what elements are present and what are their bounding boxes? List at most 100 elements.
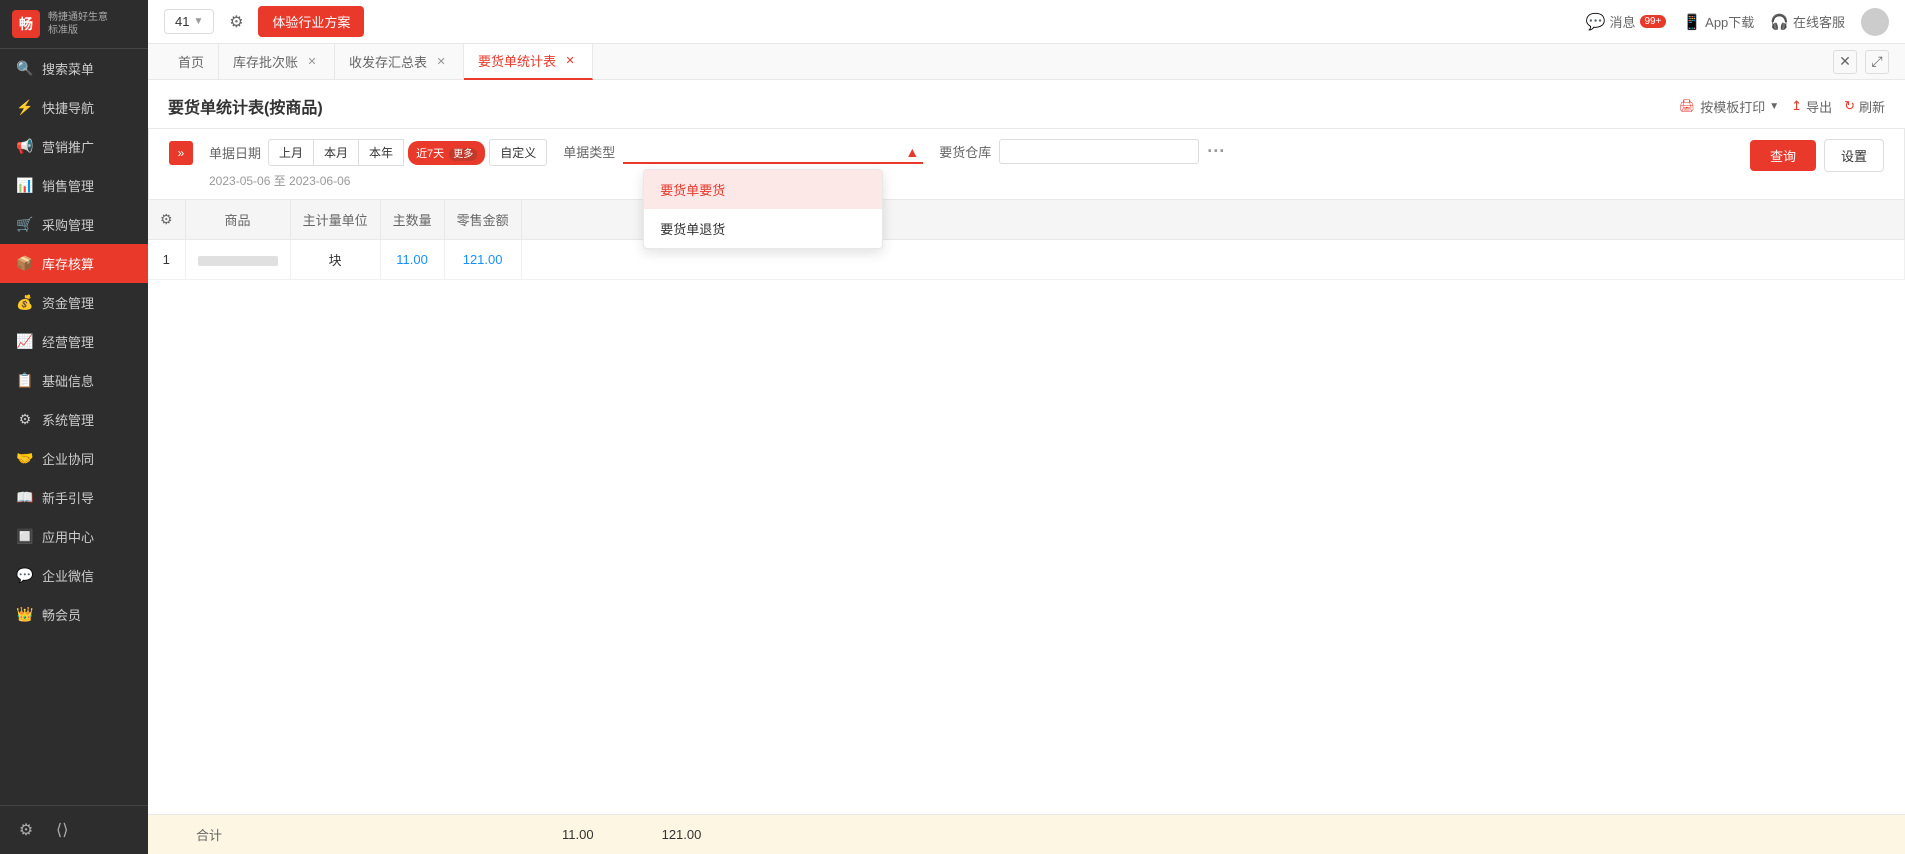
page-actions: 🖨 按模板打印 ▼ ↥ 导出 ↻ 刷新 [1679, 97, 1885, 116]
sidebar-item-system[interactable]: ⚙ 系统管理 [0, 400, 148, 439]
system-icon: ⚙ [16, 411, 34, 429]
type-dropdown-menu: 要货单要货 要货单退货 [643, 169, 883, 249]
sidebar-item-marketing[interactable]: 📢 营销推广 [0, 127, 148, 166]
vip-icon: 👑 [16, 606, 34, 624]
cell-index: 1 [148, 240, 185, 280]
app-download-btn[interactable]: 📱 App下载 [1682, 12, 1754, 31]
sidebar-search[interactable]: 🔍 搜索菜单 [0, 49, 148, 88]
tab-receive-summary[interactable]: 收发存汇总表 ✕ [335, 44, 464, 80]
type-input[interactable] [623, 139, 923, 164]
page-header: 要货单统计表(按商品) 🖨 按模板打印 ▼ ↥ 导出 ↻ 刷新 [148, 80, 1905, 128]
more-filter-btn[interactable]: ··· [1207, 141, 1225, 162]
table-row: 1 块 11.00 121.00 [148, 240, 1905, 280]
sidebar-item-finance[interactable]: 💰 资金管理 [0, 283, 148, 322]
sidebar-item-guide[interactable]: 📖 新手引导 [0, 478, 148, 517]
sidebar-collapse-btn[interactable]: ⟨⟩ [56, 820, 68, 840]
sidebar-item-app-center[interactable]: 🔲 应用中心 [0, 517, 148, 556]
tab-close-inventory-batch[interactable]: ✕ [304, 54, 320, 70]
data-table: ⚙ 商品 主计量单位 主数量 零售金额 1 [148, 200, 1905, 280]
amount-link[interactable]: 121.00 [463, 252, 503, 267]
sidebar-nav: 🔍 搜索菜单 ⚡ 快捷导航 📢 营销推广 📊 销售管理 🛒 采购管理 📦 库存核… [0, 49, 148, 805]
sidebar-item-quick-nav[interactable]: ⚡ 快捷导航 [0, 88, 148, 127]
date-buttons: 上月 本月 本年 近7天 更多 自定义 [269, 139, 547, 166]
sidebar-item-operations[interactable]: 📈 经营管理 [0, 322, 148, 361]
date-range-display: 2023-05-06 至 2023-06-06 [209, 172, 547, 189]
cell-amount: 121.00 [444, 240, 521, 280]
total-quantity: 11.00 [562, 827, 594, 842]
tab-close-requisition-stats[interactable]: ✕ [562, 53, 578, 69]
company-selector[interactable]: 41 ▼ [164, 9, 214, 34]
online-service-btn[interactable]: 🎧 在线客服 [1770, 12, 1845, 31]
operations-icon: 📈 [16, 333, 34, 351]
guide-icon: 📖 [16, 489, 34, 507]
this-month-btn[interactable]: 本月 [313, 139, 359, 166]
warehouse-filter: 要货仓库 ··· [939, 139, 1225, 164]
table-header-row: ⚙ 商品 主计量单位 主数量 零售金额 [148, 200, 1905, 240]
this-year-btn[interactable]: 本年 [358, 139, 404, 166]
tab-requisition-stats[interactable]: 要货单统计表 ✕ [464, 44, 593, 80]
filter-toggle-icon: » [178, 146, 185, 160]
cell-product [185, 240, 290, 280]
user-avatar[interactable] [1861, 8, 1889, 36]
tab-bar: 首页 库存批次账 ✕ 收发存汇总表 ✕ 要货单统计表 ✕ ✕ ⤢ [148, 44, 1905, 80]
tab-home[interactable]: 首页 [164, 44, 219, 80]
warehouse-input[interactable] [999, 139, 1199, 164]
company-selector-arrow: ▼ [193, 16, 203, 27]
sidebar-settings-btn[interactable]: ⚙ [12, 816, 40, 844]
message-btn[interactable]: 💬 消息 99+ [1586, 12, 1667, 32]
type-filter-wrap: 单据类型 ▲ 要货单要货 要货单退货 [563, 139, 923, 164]
filter-right: 查询 设置 [1750, 139, 1884, 172]
app-center-icon: 🔲 [16, 528, 34, 546]
purchase-icon: 🛒 [16, 216, 34, 234]
sidebar-item-vip[interactable]: 👑 畅会员 [0, 595, 148, 634]
total-label: 合计 [196, 825, 222, 844]
sidebar-item-basic-info[interactable]: 📋 基础信息 [0, 361, 148, 400]
tab-close-receive-summary[interactable]: ✕ [433, 54, 449, 70]
refresh-btn[interactable]: ↻ 刷新 [1844, 97, 1885, 116]
export-btn[interactable]: ↥ 导出 [1791, 97, 1832, 116]
type-filter: 单据类型 ▲ [563, 139, 923, 164]
tab-close-all-btn[interactable]: ✕ [1833, 50, 1857, 74]
sidebar-footer: ⚙ ⟨⟩ [0, 805, 148, 854]
print-arrow: ▼ [1769, 101, 1779, 112]
topbar-settings-btn[interactable]: ⚙ [222, 8, 250, 36]
settings-filter-btn[interactable]: 设置 [1824, 139, 1884, 172]
online-service-icon: 🎧 [1770, 13, 1789, 31]
table-footer: 合计 11.00 121.00 [148, 814, 1905, 854]
quantity-link[interactable]: 11.00 [396, 252, 428, 267]
date-filter-section: 单据日期 上月 本月 本年 近7天 更多 自定义 2023-05-06 至 20… [209, 139, 547, 189]
col-amount: 零售金额 [444, 200, 521, 240]
warehouse-filter-label: 要货仓库 [939, 142, 991, 161]
wechat-icon: 💬 [16, 567, 34, 585]
basic-info-icon: 📋 [16, 372, 34, 390]
type-dropdown-arrow[interactable]: ▲ [905, 144, 919, 160]
type-input-wrap: ▲ [623, 139, 923, 164]
topbar: 41 ▼ ⚙ 体验行业方案 💬 消息 99+ 📱 App下载 🎧 在线客服 [148, 0, 1905, 44]
filter-toggle-btn[interactable]: » [169, 141, 193, 165]
tabs-actions: ✕ ⤢ [1833, 50, 1889, 74]
last-month-btn[interactable]: 上月 [268, 139, 314, 166]
recent-7days-btn[interactable]: 近7天 更多 [408, 141, 485, 165]
cell-unit: 块 [290, 240, 380, 280]
sidebar-item-wechat[interactable]: 💬 企业微信 [0, 556, 148, 595]
query-btn[interactable]: 查询 [1750, 140, 1816, 171]
trial-industry-btn[interactable]: 体验行业方案 [258, 6, 364, 37]
dropdown-item-return[interactable]: 要货单退货 [644, 209, 882, 248]
tab-inventory-batch[interactable]: 库存批次账 ✕ [219, 44, 335, 80]
col-settings: ⚙ [148, 200, 185, 240]
col-product: 商品 [185, 200, 290, 240]
sidebar-item-inventory[interactable]: 📦 库存核算 [0, 244, 148, 283]
custom-date-btn[interactable]: 自定义 [489, 139, 547, 166]
sidebar-item-collab[interactable]: 🤝 企业协同 [0, 439, 148, 478]
sidebar-item-purchase[interactable]: 🛒 采购管理 [0, 205, 148, 244]
sidebar-item-sales[interactable]: 📊 销售管理 [0, 166, 148, 205]
print-template-btn[interactable]: 🖨 按模板打印 ▼ [1679, 97, 1779, 116]
dropdown-item-requisition[interactable]: 要货单要货 [644, 170, 882, 209]
col-settings-icon[interactable]: ⚙ [160, 211, 173, 227]
search-icon: 🔍 [16, 60, 34, 78]
total-amount: 121.00 [662, 827, 702, 842]
collab-icon: 🤝 [16, 450, 34, 468]
tab-maximize-btn[interactable]: ⤢ [1865, 50, 1889, 74]
table-body: 1 块 11.00 121.00 [148, 240, 1905, 280]
col-quantity: 主数量 [380, 200, 444, 240]
